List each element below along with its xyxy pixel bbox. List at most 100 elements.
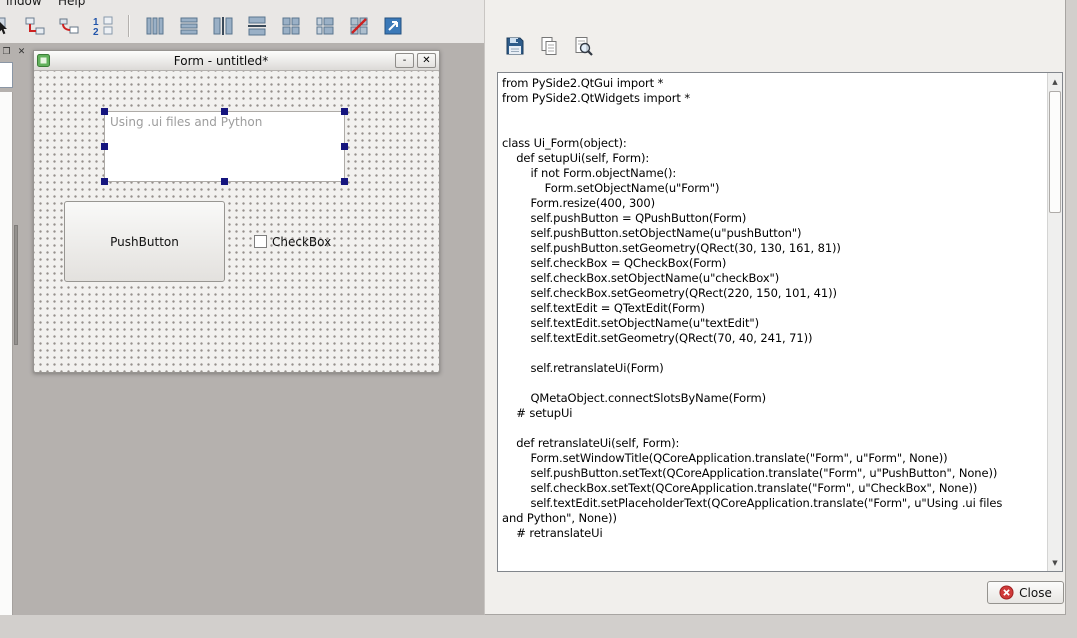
- edit-buddies-button[interactable]: [56, 13, 82, 39]
- checkbox-indicator[interactable]: [254, 235, 267, 248]
- svg-text:2: 2: [93, 27, 99, 37]
- code-line: self.checkBox.setGeometry(QRect(220, 150…: [502, 286, 1046, 301]
- selection-handle[interactable]: [341, 108, 348, 115]
- code-line: self.checkBox = QCheckBox(Form): [502, 256, 1046, 271]
- textedit-placeholder-text: Using .ui files and Python: [110, 115, 262, 129]
- main-toolbar: 1 2: [2, 10, 406, 42]
- adjust-size-button[interactable]: [380, 13, 406, 39]
- qt-designer-window: indow Help: [0, 0, 1077, 638]
- form-window-icon: [37, 54, 50, 67]
- code-line: self.checkBox.setText(QCoreApplication.t…: [502, 481, 1046, 496]
- dock-float-icon: ❐: [2, 47, 10, 57]
- code-line: Form.setObjectName(u"Form"): [502, 181, 1046, 196]
- code-scrollbar[interactable]: ▲ ▼: [1047, 73, 1062, 571]
- minimize-icon: -: [403, 55, 407, 66]
- dock-close-button[interactable]: ✕: [15, 46, 28, 58]
- layout-horizontally-in-splitter-button[interactable]: [210, 13, 236, 39]
- edit-widgets-icon: [0, 15, 12, 37]
- form-canvas[interactable]: Using .ui files and Python PushButton Ch…: [34, 71, 439, 372]
- layout-in-form-button[interactable]: [312, 13, 338, 39]
- form-minimize-button[interactable]: -: [395, 53, 414, 68]
- selection-handle[interactable]: [221, 108, 228, 115]
- code-line: self.pushButton.setGeometry(QRect(30, 13…: [502, 241, 1046, 256]
- code-line: self.textEdit = QTextEdit(Form): [502, 301, 1046, 316]
- selection-handle[interactable]: [101, 108, 108, 115]
- layout-vertically-in-splitter-button[interactable]: [244, 13, 270, 39]
- dialog-close-button[interactable]: Close: [987, 581, 1064, 604]
- code-line: # setupUi: [502, 406, 1046, 421]
- save-button[interactable]: [503, 34, 527, 58]
- layout-horizontal-icon: [144, 15, 166, 37]
- edit-signals-slots-icon: [24, 15, 46, 37]
- widgetbox-scrollbar-thumb[interactable]: [14, 225, 18, 345]
- edit-tab-order-icon: 1 2: [92, 15, 114, 37]
- top-bar: indow Help: [0, 0, 484, 43]
- layout-grid-icon: [280, 15, 302, 37]
- scroll-up-icon: ▲: [1052, 78, 1057, 86]
- code-line: and Python", None)): [502, 511, 1046, 526]
- selection-handle[interactable]: [101, 143, 108, 150]
- selection-handle[interactable]: [101, 178, 108, 185]
- code-line: from PySide2.QtGui import *: [502, 76, 1046, 91]
- pushbutton-widget[interactable]: PushButton: [64, 201, 225, 282]
- edit-widgets-button[interactable]: [0, 13, 14, 39]
- code-line: [502, 376, 1046, 391]
- code-line: self.textEdit.setObjectName(u"textEdit"): [502, 316, 1046, 331]
- form-window-titlebar[interactable]: Form - untitled* - ✕: [34, 51, 439, 71]
- code-line: self.retranslateUi(Form): [502, 361, 1046, 376]
- code-line: Form.resize(400, 300): [502, 196, 1046, 211]
- code-line: [502, 121, 1046, 136]
- form-window-title: Form - untitled*: [50, 54, 392, 68]
- dock-close-icon: ✕: [18, 47, 26, 57]
- form-close-button[interactable]: ✕: [417, 53, 436, 68]
- scroll-down-icon: ▼: [1052, 559, 1057, 567]
- textedit-widget[interactable]: Using .ui files and Python: [104, 111, 345, 182]
- bottom-dock-area: <resource root>: [0, 615, 1077, 638]
- adjust-size-icon: [382, 15, 404, 37]
- widgetbox-list-fragment[interactable]: [0, 92, 13, 615]
- code-line: [502, 106, 1046, 121]
- checkbox-widget[interactable]: CheckBox: [254, 221, 355, 262]
- layout-vertical-splitter-icon: [246, 15, 268, 37]
- code-line: # retranslateUi: [502, 526, 1046, 541]
- code-line: from PySide2.QtWidgets import *: [502, 91, 1046, 106]
- code-line: self.textEdit.setGeometry(QRect(70, 40, …: [502, 331, 1046, 346]
- find-icon: [572, 35, 594, 57]
- selection-handle[interactable]: [341, 178, 348, 185]
- edit-buddies-icon: [58, 15, 80, 37]
- scrollbar-thumb[interactable]: [1049, 91, 1061, 213]
- code-text: from PySide2.QtGui import * from PySide2…: [498, 76, 1046, 541]
- code-line: def retranslateUi(self, Form):: [502, 436, 1046, 451]
- edit-signals-slots-button[interactable]: [22, 13, 48, 39]
- widgetbox-filter-fragment[interactable]: [0, 62, 13, 88]
- layout-vertical-icon: [178, 15, 200, 37]
- break-layout-button[interactable]: [346, 13, 372, 39]
- layout-in-grid-button[interactable]: [278, 13, 304, 39]
- dock-float-button[interactable]: ❐: [0, 46, 13, 58]
- save-icon: [504, 35, 526, 57]
- code-line: [502, 421, 1046, 436]
- copy-button[interactable]: [537, 34, 561, 58]
- menu-window[interactable]: indow: [6, 0, 42, 8]
- code-line: QMetaObject.connectSlotsByName(Form): [502, 391, 1046, 406]
- code-line: self.textEdit.setPlaceholderText(QCoreAp…: [502, 496, 1046, 511]
- code-line: [502, 346, 1046, 361]
- menu-help[interactable]: Help: [58, 0, 85, 8]
- selection-handle[interactable]: [341, 143, 348, 150]
- form-designer-window: Form - untitled* - ✕ Using .ui files and…: [33, 50, 440, 373]
- scroll-up-button[interactable]: ▲: [1048, 74, 1062, 89]
- code-line: self.pushButton.setText(QCoreApplication…: [502, 466, 1046, 481]
- edit-tab-order-button[interactable]: 1 2: [90, 13, 116, 39]
- menubar: indow Help: [0, 0, 484, 8]
- find-button[interactable]: [571, 34, 595, 58]
- selection-handle[interactable]: [221, 178, 228, 185]
- scroll-down-button[interactable]: ▼: [1048, 555, 1062, 570]
- close-icon: ✕: [422, 55, 430, 66]
- layout-horizontal-splitter-icon: [212, 15, 234, 37]
- toolbar-separator: [128, 15, 130, 37]
- code-dialog-toolbar: [503, 34, 595, 58]
- code-line: self.pushButton.setObjectName(u"pushButt…: [502, 226, 1046, 241]
- layout-horizontally-button[interactable]: [142, 13, 168, 39]
- code-view[interactable]: from PySide2.QtGui import * from PySide2…: [497, 72, 1063, 572]
- layout-vertically-button[interactable]: [176, 13, 202, 39]
